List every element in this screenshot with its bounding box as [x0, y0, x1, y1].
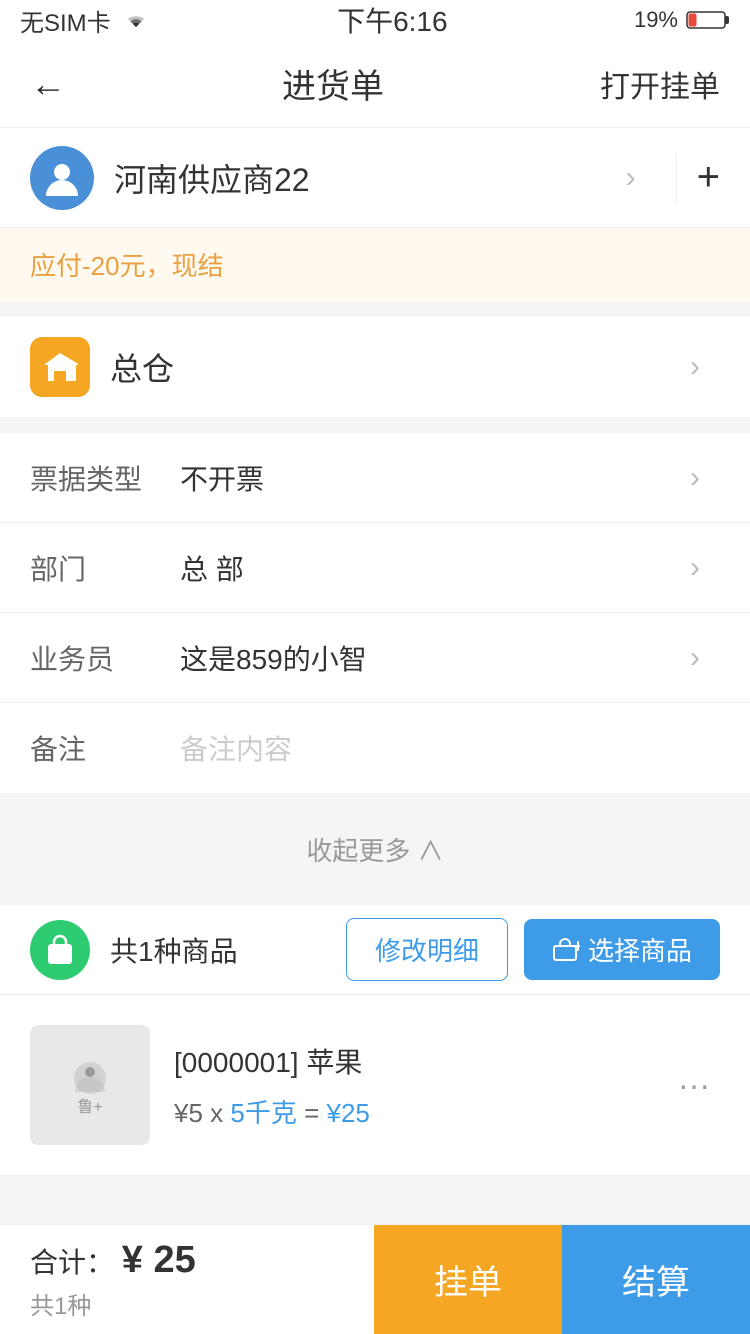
avatar-icon: [42, 158, 82, 198]
form-section: 票据类型 不开票 › 部门 总 部 › 业务员 这是859的小智 › 备注 备注…: [0, 433, 750, 793]
collapse-label: 收起更多 ∧: [306, 831, 443, 868]
warehouse-section: 总仓 ›: [0, 317, 750, 417]
supplier-row[interactable]: 河南供应商22 › +: [0, 128, 750, 228]
svg-text:鲁+: 鲁+: [77, 1098, 102, 1116]
product-image-icon: 鲁+: [55, 1050, 125, 1120]
product-price-row: ¥5 x 5千克 = ¥25: [174, 1093, 668, 1130]
total-section: 合计： ¥ 25 共1种: [0, 1239, 374, 1321]
pending-button[interactable]: 挂单: [374, 1225, 562, 1334]
status-signal: 无SIM卡: [20, 3, 151, 38]
house-icon: [42, 349, 78, 385]
dept-label: 部门: [30, 548, 180, 588]
product-header: 共1种商品 修改明细 选择商品: [0, 905, 750, 995]
product-more-button[interactable]: ···: [668, 1057, 720, 1114]
remark-input[interactable]: 备注内容: [180, 728, 720, 768]
status-right: 19%: [634, 7, 730, 33]
product-info: [0000001] 苹果 ¥5 x 5千克 = ¥25: [174, 1041, 668, 1130]
remark-row[interactable]: 备注 备注内容: [0, 703, 750, 793]
bag-icon: [42, 932, 78, 968]
salesperson-label: 业务员: [30, 638, 180, 678]
invoice-row[interactable]: 票据类型 不开票 ›: [0, 433, 750, 523]
salesperson-row[interactable]: 业务员 这是859的小智 ›: [0, 613, 750, 703]
total-count: 共1种: [30, 1286, 344, 1321]
collapse-bar[interactable]: 收起更多 ∧: [0, 809, 750, 889]
choose-product-label: 选择商品: [588, 931, 692, 968]
back-button[interactable]: ←: [30, 63, 66, 105]
product-title: 苹果: [306, 1047, 362, 1078]
battery-text: 19%: [634, 7, 678, 33]
divider: [676, 153, 677, 203]
bottom-bar: 合计： ¥ 25 共1种 挂单 结算: [0, 1224, 750, 1334]
choose-product-button[interactable]: 选择商品: [524, 919, 720, 980]
nav-bar: ← 进货单 打开挂单: [0, 40, 750, 128]
supplier-name: 河南供应商22: [114, 155, 626, 201]
total-amount: ¥ 25: [122, 1239, 196, 1281]
warehouse-name: 总仓: [110, 344, 690, 390]
supplier-chevron-icon: ›: [626, 161, 636, 195]
status-time: 下午6:16: [337, 0, 448, 40]
product-unit-price: ¥5 x: [174, 1098, 230, 1128]
total-row: 合计： ¥ 25: [30, 1239, 344, 1282]
product-count-label: 共1种商品: [110, 930, 346, 970]
dept-value: 总 部: [180, 548, 690, 588]
status-bar: 无SIM卡 下午6:16 19%: [0, 0, 750, 40]
total-label: 合计：: [30, 1247, 114, 1278]
cart-icon: [552, 938, 580, 962]
product-equals: =: [304, 1098, 326, 1128]
add-supplier-button[interactable]: +: [697, 155, 720, 200]
battery-icon: [686, 9, 730, 31]
product-quantity: 5千克: [230, 1098, 296, 1128]
remark-label: 备注: [30, 728, 180, 768]
product-section: 共1种商品 修改明细 选择商品 鲁+ [0000001] 苹果: [0, 905, 750, 1176]
product-name: [0000001] 苹果: [174, 1041, 668, 1081]
supplier-alert: 应付-20元，现结: [0, 228, 750, 301]
product-id: [0000001]: [174, 1047, 306, 1078]
product-item: 鲁+ [0000001] 苹果 ¥5 x 5千克 = ¥25 ···: [0, 995, 750, 1176]
dept-chevron-icon: ›: [690, 551, 700, 585]
wifi-icon: [121, 9, 151, 31]
invoice-value: 不开票: [180, 458, 690, 498]
edit-detail-button[interactable]: 修改明细: [346, 918, 508, 981]
product-subtotal: ¥25: [327, 1098, 370, 1128]
page-title: 进货单: [282, 59, 384, 108]
product-thumbnail: 鲁+: [30, 1025, 150, 1145]
supplier-avatar: [30, 146, 94, 210]
warehouse-icon: [30, 337, 90, 397]
warehouse-chevron-icon: ›: [690, 350, 700, 384]
salesperson-value: 这是859的小智: [180, 638, 690, 678]
warehouse-row[interactable]: 总仓 ›: [0, 317, 750, 417]
invoice-chevron-icon: ›: [690, 461, 700, 495]
invoice-label: 票据类型: [30, 458, 180, 498]
open-pending-button[interactable]: 打开挂单: [600, 62, 720, 106]
signal-text: 无SIM卡: [20, 3, 111, 38]
product-icon: [30, 920, 90, 980]
dept-row[interactable]: 部门 总 部 ›: [0, 523, 750, 613]
settle-button[interactable]: 结算: [562, 1225, 750, 1334]
salesperson-chevron-icon: ›: [690, 641, 700, 675]
supplier-section: 河南供应商22 › + 应付-20元，现结: [0, 128, 750, 301]
